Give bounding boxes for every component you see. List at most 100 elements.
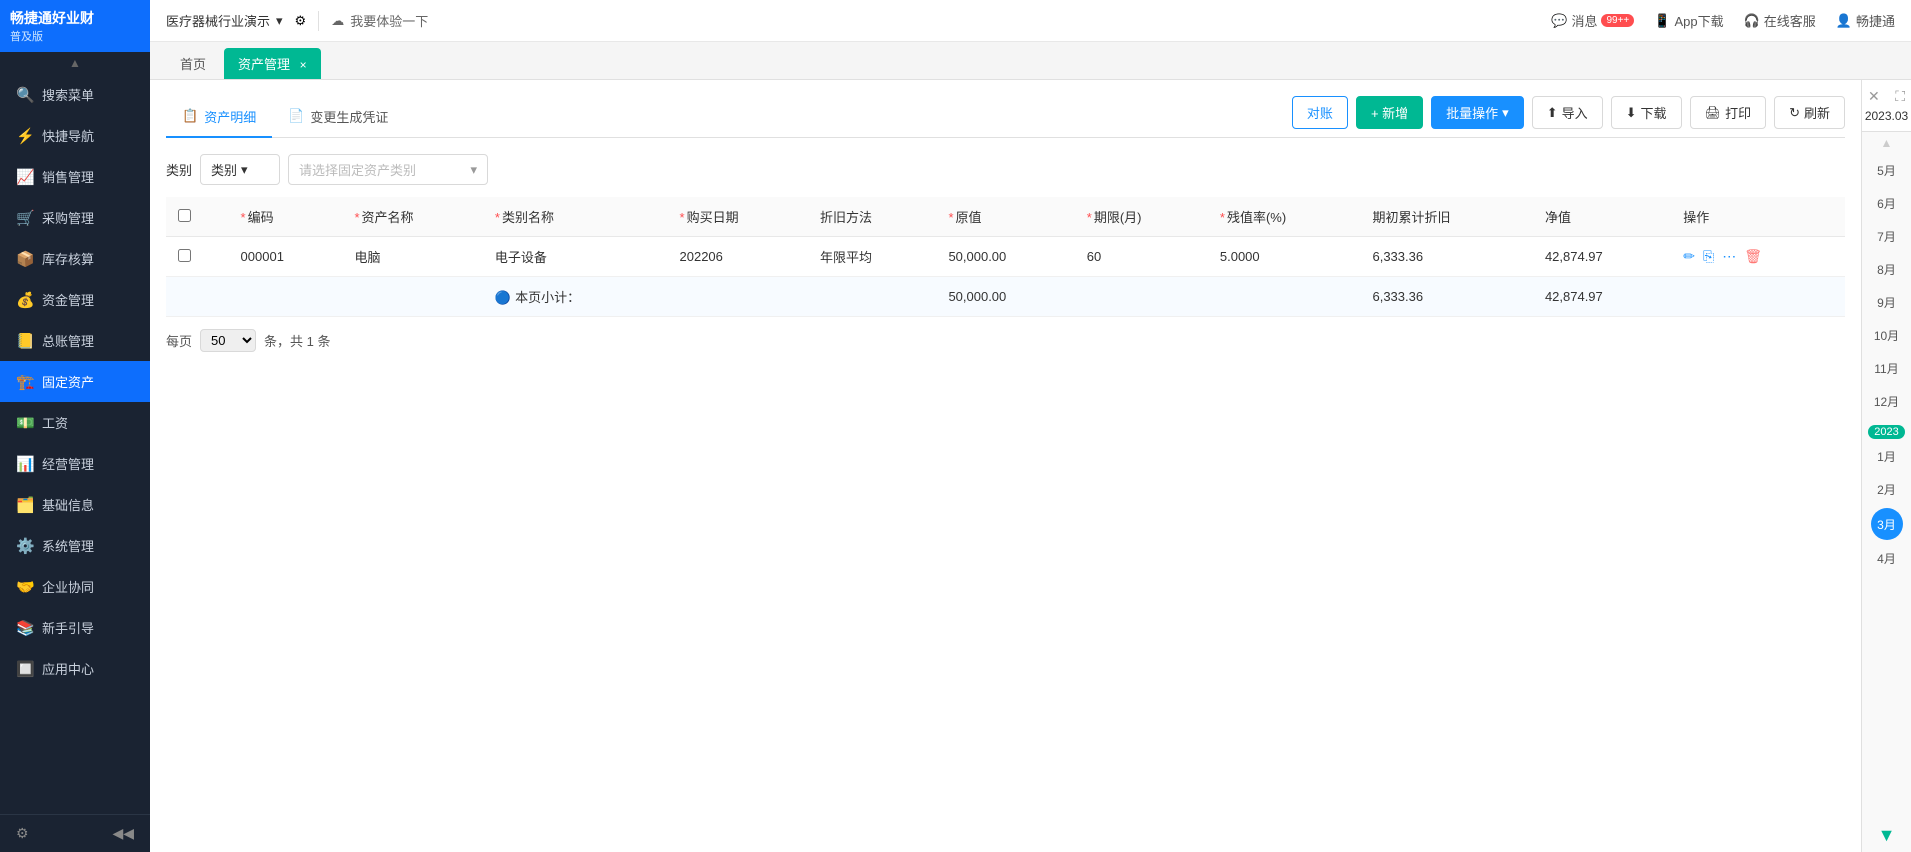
nav-icon-search: 🔍 xyxy=(16,86,34,104)
nav-icon-operations: 📊 xyxy=(16,455,34,473)
service-action[interactable]: 🎧 在线客服 xyxy=(1744,11,1816,30)
edit-icon-0[interactable]: ✏ xyxy=(1683,248,1695,265)
download-action[interactable]: 📱 App下载 xyxy=(1654,11,1723,30)
tab-close-icon[interactable]: × xyxy=(300,58,307,72)
cloud-icon: ☁ xyxy=(331,13,344,29)
select-all-checkbox[interactable] xyxy=(178,209,191,222)
col-original-value: *原值 xyxy=(936,197,1074,237)
messages-action[interactable]: 💬 消息 99+ xyxy=(1551,11,1634,30)
calendar-month-item[interactable]: 7月 xyxy=(1862,220,1911,253)
collapse-icon[interactable]: ◀◀ xyxy=(112,825,134,842)
sidebar-item-enterprise[interactable]: 🤝企业协同 xyxy=(0,566,150,607)
sidebar-header: 畅捷通好业财 普及版 xyxy=(0,0,150,52)
feedback-btn[interactable]: ☁ 我要体验一下 xyxy=(331,11,428,30)
per-page-select[interactable]: 50 10 20 100 xyxy=(200,329,256,352)
nav-label-guide: 新手引导 xyxy=(42,618,94,637)
nav-label-enterprise: 企业协同 xyxy=(42,577,94,596)
sidebar-item-inventory[interactable]: 📦库存核算 xyxy=(0,238,150,279)
app-name: 畅捷通好业财 xyxy=(10,10,94,26)
nav-icon-guide: 📚 xyxy=(16,619,34,637)
nav-icon-basic_info: 🗂️ xyxy=(16,496,34,514)
batch-button[interactable]: 批量操作 ▾ xyxy=(1431,96,1524,129)
nav-icon-ledger: 📒 xyxy=(16,332,34,350)
print-label: 打印 xyxy=(1725,103,1751,122)
company-name: 医疗器械行业演示 xyxy=(166,11,270,30)
nav-label-sales: 销售管理 xyxy=(42,167,94,186)
asset-table: *编码 *资产名称 *类别名称 *购买日期 折旧方法 *原值 *期限(月) *残… xyxy=(166,197,1845,317)
gear-icon[interactable]: ⚙ xyxy=(295,13,307,29)
scroll-up-icon[interactable]: ▲ xyxy=(1862,132,1911,154)
sidebar: 畅捷通好业财 普及版 ▲ 🔍搜索菜单⚡快捷导航📈销售管理🛒采购管理📦库存核算💰资… xyxy=(0,0,150,852)
chevron-down-icon: ▾ xyxy=(276,13,283,29)
nav-label-purchase: 采购管理 xyxy=(42,208,94,227)
sidebar-item-fixed_assets[interactable]: 🏗️固定资产 xyxy=(0,361,150,402)
nav-label-system: 系统管理 xyxy=(42,536,94,555)
nav-icon-app_center: 🔲 xyxy=(16,660,34,678)
sidebar-item-purchase[interactable]: 🛒采购管理 xyxy=(0,197,150,238)
export-button[interactable]: ⬆ 导入 xyxy=(1532,96,1603,129)
reconcile-button[interactable]: 对账 xyxy=(1292,96,1348,129)
nav-icon-salary: 💵 xyxy=(16,414,34,432)
nav-label-app_center: 应用中心 xyxy=(42,659,94,678)
calendar-month-item[interactable]: 5月 xyxy=(1862,154,1911,187)
topbar-right: 💬 消息 99+ 📱 App下载 🎧 在线客服 👤 畅捷通 xyxy=(1551,11,1895,30)
cell-net-value-0: 42,874.97 xyxy=(1533,237,1671,277)
calendar-month-item[interactable]: 4月 xyxy=(1862,542,1911,575)
delete-icon-0[interactable]: 🗑 xyxy=(1744,248,1762,265)
col-code: *编码 xyxy=(229,197,343,237)
sidebar-item-app_center[interactable]: 🔲 应用中心 xyxy=(0,648,150,689)
nav-icon-fixed_assets: 🏗️ xyxy=(16,373,34,391)
calendar-month-item[interactable]: 10月 xyxy=(1862,319,1911,352)
sub-tab-asset-detail[interactable]: 📋 资产明细 xyxy=(166,96,272,138)
sidebar-item-search[interactable]: 🔍搜索菜单 xyxy=(0,74,150,115)
calendar-month-item[interactable]: 8月 xyxy=(1862,253,1911,286)
calendar-month-item[interactable]: 1月 xyxy=(1862,440,1911,473)
batch-chevron-icon: ▾ xyxy=(1502,105,1509,121)
user-action[interactable]: 👤 畅捷通 xyxy=(1836,11,1895,30)
calendar-year-label: 2023.03 xyxy=(1865,109,1908,123)
category-type-value: 类别 xyxy=(211,160,237,179)
calendar-month-item[interactable]: 11月 xyxy=(1862,352,1911,385)
cell-purchase-date-0: 202206 xyxy=(668,237,808,277)
sidebar-item-ledger[interactable]: 📒总账管理 xyxy=(0,320,150,361)
category-type-select[interactable]: 类别 ▾ xyxy=(200,154,280,185)
calendar-month-item[interactable]: 2月 xyxy=(1862,473,1911,506)
settings-icon[interactable]: ⚙ xyxy=(16,825,29,842)
copy-icon-0[interactable]: ⎘ xyxy=(1703,248,1714,265)
calendar-month-item[interactable]: 6月 xyxy=(1862,187,1911,220)
tab-home[interactable]: 首页 xyxy=(166,48,220,79)
sidebar-item-guide[interactable]: 📚 新手引导 xyxy=(0,607,150,648)
user-label: 畅捷通 xyxy=(1856,11,1895,30)
dl-icon: ⬇ xyxy=(1626,105,1637,121)
download-button[interactable]: ⬇ 下载 xyxy=(1611,96,1682,129)
calendar-month-item[interactable]: 12月 xyxy=(1862,385,1911,418)
expand-panel-icon[interactable]: ⛶ xyxy=(1895,88,1905,105)
sidebar-item-quick_nav[interactable]: ⚡快捷导航 xyxy=(0,115,150,156)
col-depreciation: 折旧方法 xyxy=(808,197,937,237)
expand-bottom-icon[interactable]: ▼ xyxy=(1862,819,1911,852)
sub-tab-voucher-gen[interactable]: 📄 变更生成凭证 xyxy=(272,96,404,138)
category-value-select[interactable]: 请选择固定资产类别 ▾ xyxy=(288,154,488,185)
refresh-button[interactable]: ↻ 刷新 xyxy=(1774,96,1845,129)
sidebar-item-operations[interactable]: 📊经营管理 xyxy=(0,443,150,484)
row-checkbox-0[interactable] xyxy=(178,249,191,262)
close-panel-icon[interactable]: ✕ xyxy=(1868,88,1880,105)
tab-asset-mgmt[interactable]: 资产管理 × xyxy=(224,48,321,79)
message-badge: 99+ xyxy=(1601,14,1634,27)
right-panel: ✕ ⛶ 2023.03 ▲ 5月6月7月8月9月10月11月12月20231月2… xyxy=(1861,80,1911,852)
export-label: 导入 xyxy=(1562,103,1588,122)
calendar-month-item[interactable]: 3月 xyxy=(1871,508,1903,540)
sidebar-item-sales[interactable]: 📈销售管理 xyxy=(0,156,150,197)
new-button[interactable]: + 新增 xyxy=(1356,96,1423,129)
calendar-month-item[interactable]: 9月 xyxy=(1862,286,1911,319)
print-button[interactable]: 🖨 打印 xyxy=(1690,96,1767,129)
more-icon-0[interactable]: ⋯ xyxy=(1722,248,1736,265)
sidebar-item-system[interactable]: ⚙️系统管理 xyxy=(0,525,150,566)
sidebar-item-basic_info[interactable]: 🗂️基础信息 xyxy=(0,484,150,525)
download-label: App下载 xyxy=(1674,11,1723,30)
sidebar-item-salary[interactable]: 💵工资 xyxy=(0,402,150,443)
sidebar-item-finance[interactable]: 💰资金管理 xyxy=(0,279,150,320)
company-selector[interactable]: 医疗器械行业演示 ▾ xyxy=(166,11,283,30)
sidebar-scroll-up[interactable]: ▲ xyxy=(0,52,150,74)
batch-label: 批量操作 xyxy=(1446,103,1498,122)
